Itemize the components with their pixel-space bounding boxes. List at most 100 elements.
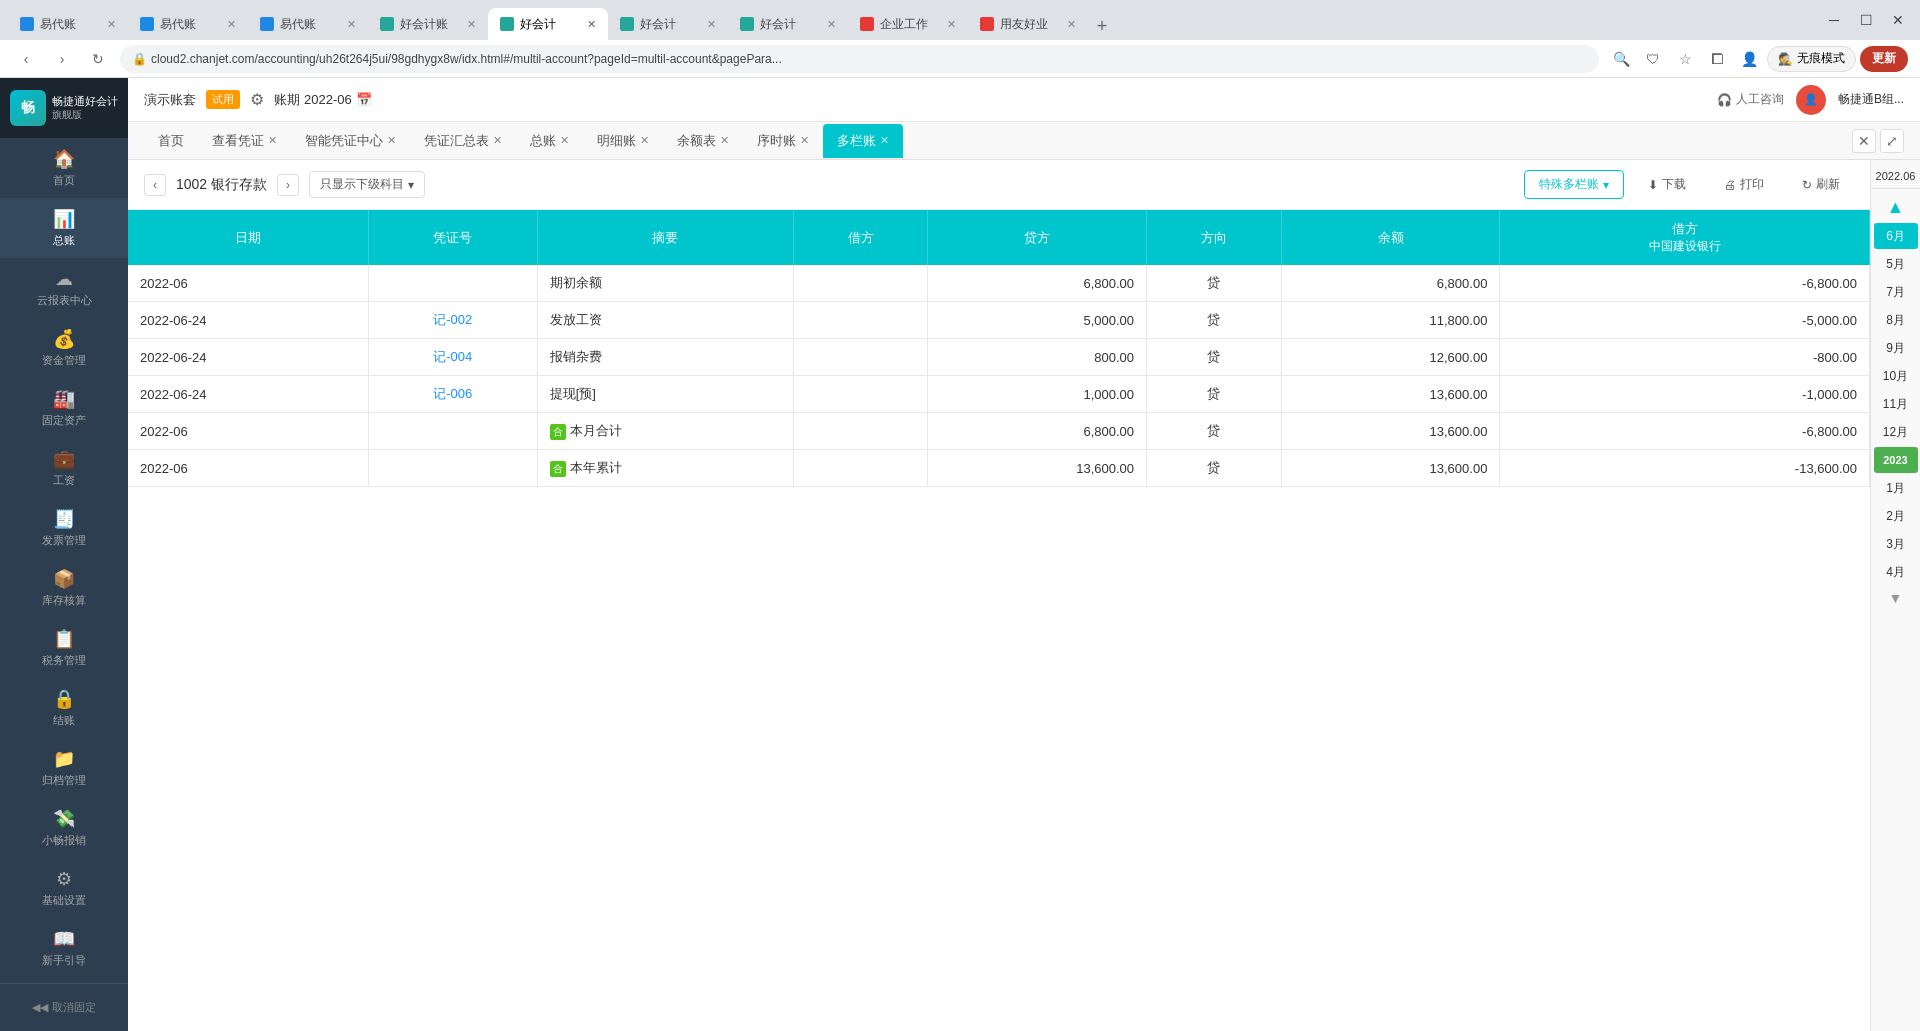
sidebar-item-settings[interactable]: ⚙ 基础设置 (0, 858, 128, 918)
trial-tag[interactable]: 试用 (206, 90, 240, 109)
update-button[interactable]: 更新 (1860, 46, 1908, 72)
next-account-button[interactable]: › (277, 174, 299, 196)
tab-close-8[interactable]: ✕ (947, 18, 956, 31)
tab-home[interactable]: 首页 (144, 124, 198, 158)
prev-account-button[interactable]: ‹ (144, 174, 166, 196)
user-circle-icon[interactable]: 👤 (1735, 45, 1763, 73)
voucher-link[interactable]: 记-002 (433, 312, 472, 327)
cell-voucher-no[interactable]: 记-004 (368, 339, 537, 376)
sidebar-item-invoice[interactable]: 🧾 发票管理 (0, 498, 128, 558)
extension-icon[interactable]: ⧠ (1703, 45, 1731, 73)
tab-close-4[interactable]: ✕ (467, 18, 476, 31)
tab-close-3[interactable]: ✕ (347, 18, 356, 31)
date-month-2023-4[interactable]: 4月 (1874, 559, 1918, 585)
date-month-10[interactable]: 10月 (1874, 363, 1918, 389)
tab-summary[interactable]: 凭证汇总表 ✕ (410, 124, 516, 158)
tab-general[interactable]: 总账 ✕ (516, 124, 583, 158)
tab-close-general[interactable]: ✕ (560, 134, 569, 147)
sidebar-item-close[interactable]: 🔒 结账 (0, 678, 128, 738)
date-month-2023-1[interactable]: 1月 (1874, 475, 1918, 501)
close-tab-button[interactable]: ✕ (1852, 129, 1876, 153)
browser-tab-9[interactable]: 用友好业 ✕ (968, 8, 1088, 40)
sidebar-item-expense[interactable]: 💸 小畅报销 (0, 798, 128, 858)
tab-sequence[interactable]: 序时账 ✕ (743, 124, 823, 158)
tab-close-1[interactable]: ✕ (107, 18, 116, 31)
sidebar-item-archive[interactable]: 📁 归档管理 (0, 738, 128, 798)
special-columns-button[interactable]: 特殊多栏账 ▾ (1524, 170, 1624, 199)
browser-tab-8[interactable]: 企业工作 ✕ (848, 8, 968, 40)
browser-tab-1[interactable]: 易代账 ✕ (8, 8, 128, 40)
date-month-5[interactable]: 5月 (1874, 251, 1918, 277)
voucher-link[interactable]: 记-004 (433, 349, 472, 364)
sidebar-item-salary[interactable]: 💼 工资 (0, 438, 128, 498)
tab-smart[interactable]: 智能凭证中心 ✕ (291, 124, 410, 158)
voucher-link[interactable]: 记-006 (433, 386, 472, 401)
date-month-12[interactable]: 12月 (1874, 419, 1918, 445)
pin-button[interactable]: ◀◀ 取消固定 (0, 994, 128, 1021)
url-bar[interactable]: 🔒 cloud2.chanjet.com/accounting/uh26t264… (120, 45, 1599, 73)
tab-multi[interactable]: 多栏账 ✕ (823, 124, 903, 158)
sidebar-item-home[interactable]: 🏠 首页 (0, 138, 128, 198)
tab-close-summary[interactable]: ✕ (493, 134, 502, 147)
print-button[interactable]: 🖨 打印 (1710, 171, 1778, 198)
sidebar-item-tax[interactable]: 📋 税务管理 (0, 618, 128, 678)
filter-dropdown[interactable]: 只显示下级科目 ▾ (309, 171, 425, 198)
close-button[interactable]: ✕ (1884, 6, 1912, 34)
tab-balance[interactable]: 余额表 ✕ (663, 124, 743, 158)
tab-close-5[interactable]: ✕ (587, 18, 596, 31)
settings-gear-icon[interactable]: ⚙ (250, 90, 264, 109)
cell-voucher-no[interactable]: 记-002 (368, 302, 537, 339)
tab-close-voucher[interactable]: ✕ (268, 134, 277, 147)
expand-tab-button[interactable]: ⤢ (1880, 129, 1904, 153)
cell-voucher-no (368, 413, 537, 450)
tab-close-6[interactable]: ✕ (707, 18, 716, 31)
browser-tab-2[interactable]: 易代账 ✕ (128, 8, 248, 40)
tab-close-multi[interactable]: ✕ (880, 134, 889, 147)
tab-close-2[interactable]: ✕ (227, 18, 236, 31)
sidebar-item-asset[interactable]: 🏭 固定资产 (0, 378, 128, 438)
date-month-11[interactable]: 11月 (1874, 391, 1918, 417)
refresh-button[interactable]: ↻ (84, 45, 112, 73)
date-month-2023-2[interactable]: 2月 (1874, 503, 1918, 529)
calendar-icon[interactable]: 📅 (356, 92, 372, 107)
date-month-9[interactable]: 9月 (1874, 335, 1918, 361)
date-month-2023-3[interactable]: 3月 (1874, 531, 1918, 557)
minimize-button[interactable]: ─ (1820, 6, 1848, 34)
restore-button[interactable]: ☐ (1852, 6, 1880, 34)
sidebar-item-inventory[interactable]: 📦 库存核算 (0, 558, 128, 618)
download-button[interactable]: ⬇ 下载 (1634, 171, 1700, 198)
new-tab-button[interactable]: + (1088, 12, 1116, 40)
browser-tab-6[interactable]: 好会计 ✕ (608, 8, 728, 40)
tab-detail[interactable]: 明细账 ✕ (583, 124, 663, 158)
browser-tab-4[interactable]: 好会计账 ✕ (368, 8, 488, 40)
browser-tab-5[interactable]: 好会计 ✕ (488, 8, 608, 40)
sidebar-item-guide[interactable]: 📖 新手引导 (0, 918, 128, 978)
sidebar-item-ledger[interactable]: 📊 总账 (0, 198, 128, 258)
tab-close-smart[interactable]: ✕ (387, 134, 396, 147)
star-icon[interactable]: ☆ (1671, 45, 1699, 73)
wuhen-mode-button[interactable]: 🕵 无痕模式 (1767, 46, 1856, 72)
sidebar-item-report[interactable]: ☁ 云报表中心 (0, 258, 128, 318)
date-month-6[interactable]: 6月 (1874, 223, 1918, 249)
tab-close-balance[interactable]: ✕ (720, 134, 729, 147)
browser-tab-7[interactable]: 好会计 ✕ (728, 8, 848, 40)
tab-close-9[interactable]: ✕ (1067, 18, 1076, 31)
date-scroll-down-button[interactable]: ▼ (1889, 590, 1903, 606)
date-month-8[interactable]: 8月 (1874, 307, 1918, 333)
tab-close-7[interactable]: ✕ (827, 18, 836, 31)
forward-button[interactable]: › (48, 45, 76, 73)
date-scroll-up-button[interactable]: ▲ (1887, 197, 1905, 218)
search-icon[interactable]: 🔍 (1607, 45, 1635, 73)
sidebar-item-fund[interactable]: 💰 资金管理 (0, 318, 128, 378)
browser-tab-3[interactable]: 易代账 ✕ (248, 8, 368, 40)
tab-close-sequence[interactable]: ✕ (800, 134, 809, 147)
back-button[interactable]: ‹ (12, 45, 40, 73)
date-month-7[interactable]: 7月 (1874, 279, 1918, 305)
user-avatar[interactable]: 👤 (1796, 85, 1826, 115)
refresh-button-ledger[interactable]: ↻ 刷新 (1788, 171, 1854, 198)
consult-button[interactable]: 🎧 人工咨询 (1717, 91, 1784, 108)
shield-icon[interactable]: 🛡 (1639, 45, 1667, 73)
cell-voucher-no[interactable]: 记-006 (368, 376, 537, 413)
tab-close-detail[interactable]: ✕ (640, 134, 649, 147)
tab-voucher[interactable]: 查看凭证 ✕ (198, 124, 291, 158)
